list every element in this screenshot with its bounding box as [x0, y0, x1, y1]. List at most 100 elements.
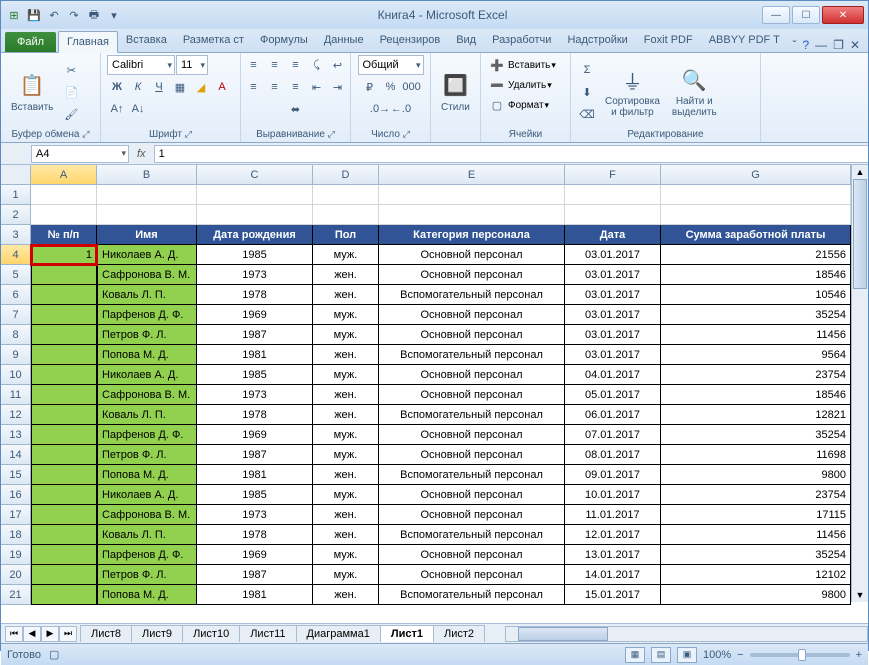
cell-C19[interactable]: 1969 — [197, 545, 313, 565]
cell-G19[interactable]: 35254 — [661, 545, 851, 565]
ribbon-tab-9[interactable]: Foxit PDF — [636, 30, 701, 52]
cell-D17[interactable]: жен. — [313, 505, 379, 525]
cell-E4[interactable]: Основной персонал — [379, 245, 565, 265]
row-header-11[interactable]: 11 — [1, 385, 31, 405]
fill-color-button[interactable]: ◢ — [191, 77, 211, 97]
cell-A7[interactable] — [31, 305, 97, 325]
number-format-combo[interactable]: Общий — [358, 55, 424, 75]
cell-C11[interactable]: 1973 — [197, 385, 313, 405]
shrink-font-icon[interactable]: A↓ — [128, 99, 148, 119]
align-middle-icon[interactable]: ≡ — [265, 55, 285, 75]
cell-G9[interactable]: 9564 — [661, 345, 851, 365]
cell-C10[interactable]: 1985 — [197, 365, 313, 385]
cell-D9[interactable]: жен. — [313, 345, 379, 365]
header-cell-3[interactable]: Пол — [313, 225, 379, 245]
row-header-14[interactable]: 14 — [1, 445, 31, 465]
row-header-20[interactable]: 20 — [1, 565, 31, 585]
row-header-21[interactable]: 21 — [1, 585, 31, 605]
cell-E13[interactable]: Основной персонал — [379, 425, 565, 445]
cell-G17[interactable]: 17115 — [661, 505, 851, 525]
cell-G5[interactable]: 18546 — [661, 265, 851, 285]
zoom-thumb[interactable] — [798, 649, 806, 661]
cell-D10[interactable]: муж. — [313, 365, 379, 385]
row-header-2[interactable]: 2 — [1, 205, 31, 225]
row-header-17[interactable]: 17 — [1, 505, 31, 525]
cell-E12[interactable]: Вспомогательный персонал — [379, 405, 565, 425]
col-header-C[interactable]: C — [197, 165, 313, 185]
align-top-icon[interactable]: ≡ — [244, 55, 264, 75]
cell-B10[interactable]: Николаев А. Д. — [97, 365, 197, 385]
row-header-7[interactable]: 7 — [1, 305, 31, 325]
fill-icon[interactable]: ⬇ — [577, 82, 597, 102]
cell-F14[interactable]: 08.01.2017 — [565, 445, 661, 465]
cell-C7[interactable]: 1969 — [197, 305, 313, 325]
cell-A11[interactable] — [31, 385, 97, 405]
row-header-9[interactable]: 9 — [1, 345, 31, 365]
page-break-view-button[interactable]: ▣ — [677, 647, 697, 663]
zoom-out-button[interactable]: − — [737, 649, 743, 661]
format-cells-button[interactable]: ▢Формат▾ — [487, 95, 549, 115]
cell-A6[interactable] — [31, 285, 97, 305]
cell-B1[interactable] — [97, 185, 197, 205]
cell-F15[interactable]: 09.01.2017 — [565, 465, 661, 485]
row-header-18[interactable]: 18 — [1, 525, 31, 545]
currency-icon[interactable]: ₽ — [360, 77, 380, 97]
ribbon-tab-1[interactable]: Вставка — [118, 30, 175, 52]
sheet-tab-4[interactable]: Диаграмма1 — [296, 625, 381, 642]
cell-F5[interactable]: 03.01.2017 — [565, 265, 661, 285]
ribbon-tab-5[interactable]: Рецензиров — [372, 30, 449, 52]
cell-B13[interactable]: Парфенов Д. Ф. — [97, 425, 197, 445]
fx-button[interactable]: fx — [137, 148, 146, 160]
ribbon-tab-2[interactable]: Разметка ст — [175, 30, 252, 52]
orientation-icon[interactable]: ⤹ — [307, 55, 327, 75]
cell-A1[interactable] — [31, 185, 97, 205]
autosum-icon[interactable]: Σ — [577, 60, 597, 80]
cell-G2[interactable] — [661, 205, 851, 225]
cell-F11[interactable]: 05.01.2017 — [565, 385, 661, 405]
cell-B12[interactable]: Коваль Л. П. — [97, 405, 197, 425]
select-all-button[interactable] — [1, 165, 31, 185]
redo-icon[interactable]: ↷ — [65, 6, 83, 24]
cell-D4[interactable]: муж. — [313, 245, 379, 265]
cell-B14[interactable]: Петров Ф. Л. — [97, 445, 197, 465]
cell-F8[interactable]: 03.01.2017 — [565, 325, 661, 345]
row-header-5[interactable]: 5 — [1, 265, 31, 285]
row-header-6[interactable]: 6 — [1, 285, 31, 305]
ribbon-tab-0[interactable]: Главная — [58, 31, 118, 53]
cell-D19[interactable]: муж. — [313, 545, 379, 565]
cell-B21[interactable]: Попова М. Д. — [97, 585, 197, 605]
save-icon[interactable]: 💾 — [25, 6, 43, 24]
cell-B4[interactable]: Николаев А. Д. — [97, 245, 197, 265]
italic-button[interactable]: К — [128, 77, 148, 97]
cell-C1[interactable] — [197, 185, 313, 205]
find-select-button[interactable]: 🔍 Найти и выделить — [668, 64, 721, 120]
cell-D8[interactable]: муж. — [313, 325, 379, 345]
cell-D20[interactable]: муж. — [313, 565, 379, 585]
header-cell-2[interactable]: Дата рождения — [197, 225, 313, 245]
sheet-tab-6[interactable]: Лист2 — [433, 625, 485, 642]
cell-B5[interactable]: Сафронова В. М. — [97, 265, 197, 285]
excel-icon[interactable]: ⊞ — [5, 6, 23, 24]
cell-B6[interactable]: Коваль Л. П. — [97, 285, 197, 305]
row-header-16[interactable]: 16 — [1, 485, 31, 505]
clear-icon[interactable]: ⌫ — [577, 104, 597, 124]
formula-input[interactable]: 1 — [154, 145, 868, 163]
header-cell-0[interactable]: № п/п — [31, 225, 97, 245]
cell-G8[interactable]: 11456 — [661, 325, 851, 345]
help-icon[interactable]: ? — [802, 38, 809, 52]
cell-B18[interactable]: Коваль Л. П. — [97, 525, 197, 545]
cell-C14[interactable]: 1987 — [197, 445, 313, 465]
cell-B9[interactable]: Попова М. Д. — [97, 345, 197, 365]
header-cell-1[interactable]: Имя — [97, 225, 197, 245]
cell-A16[interactable] — [31, 485, 97, 505]
cell-C2[interactable] — [197, 205, 313, 225]
cell-G14[interactable]: 11698 — [661, 445, 851, 465]
scroll-up-icon[interactable]: ▲ — [852, 165, 868, 179]
cell-D6[interactable]: жен. — [313, 285, 379, 305]
cell-C13[interactable]: 1969 — [197, 425, 313, 445]
col-header-F[interactable]: F — [565, 165, 661, 185]
cell-E6[interactable]: Вспомогательный персонал — [379, 285, 565, 305]
cell-D5[interactable]: жен. — [313, 265, 379, 285]
doc-close-icon[interactable]: ✕ — [850, 38, 860, 52]
cell-B16[interactable]: Николаев А. Д. — [97, 485, 197, 505]
